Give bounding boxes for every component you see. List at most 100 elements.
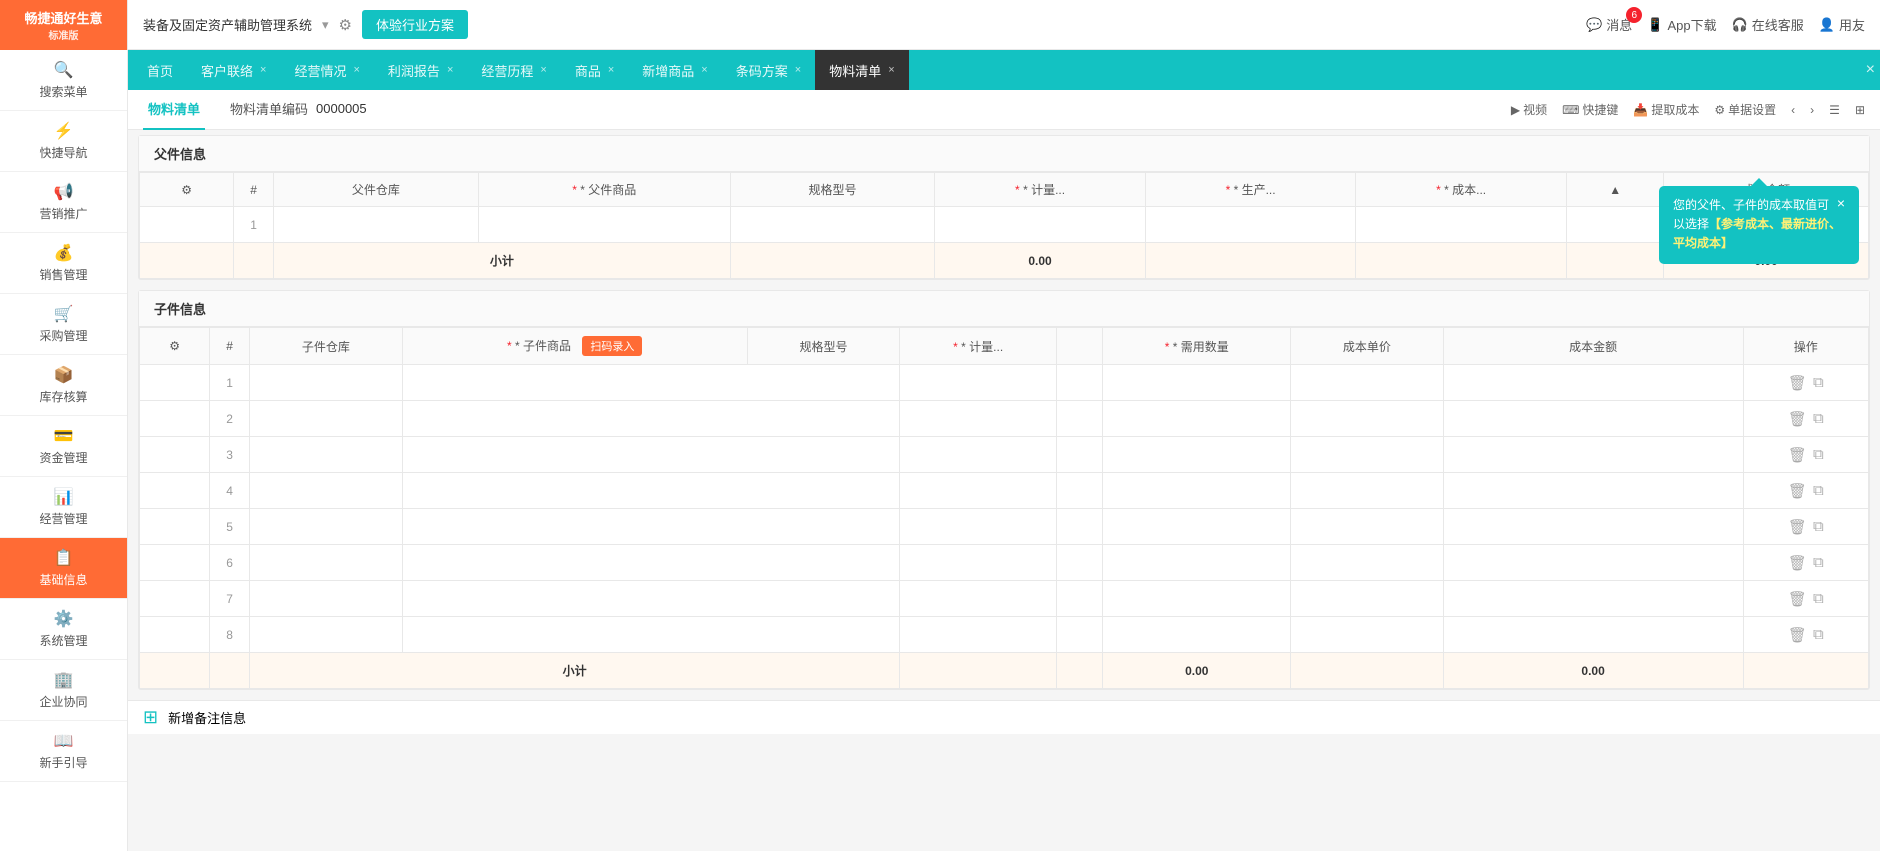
nav-tab-product[interactable]: 商品 × <box>561 50 628 90</box>
tooltip-close-button[interactable]: × <box>1837 196 1845 210</box>
child-row-quantity[interactable] <box>1103 581 1291 617</box>
extract-cost-button[interactable]: 📥 提取成本 <box>1633 101 1699 118</box>
child-row-product[interactable] <box>402 401 900 437</box>
trial-button[interactable]: 体验行业方案 <box>362 10 468 39</box>
sidebar-item-ops[interactable]: 📊 经营管理 <box>0 477 127 538</box>
nav-tab-history[interactable]: 经营历程 × <box>467 50 560 90</box>
close-tab-operation[interactable]: × <box>353 64 359 76</box>
sidebar-item-inventory[interactable]: 📦 库存核算 <box>0 355 127 416</box>
parent-row-product[interactable] <box>478 207 730 243</box>
add-note-label[interactable]: 新增备注信息 <box>168 708 246 727</box>
delete-icon[interactable]: 🗑 <box>1788 518 1807 536</box>
delete-icon[interactable]: 🗑 <box>1788 374 1807 392</box>
copy-icon[interactable]: ⧉ <box>1813 482 1824 499</box>
child-row-quantity[interactable] <box>1103 473 1291 509</box>
nav-tab-bom[interactable]: 物料清单 × <box>815 50 908 90</box>
sub-tab-bom-detail[interactable]: 物料清单编码 0000005 <box>225 90 372 130</box>
nav-tab-home[interactable]: 首页 <box>133 50 187 90</box>
child-row-quantity[interactable] <box>1103 401 1291 437</box>
child-row-quantity[interactable] <box>1103 545 1291 581</box>
sidebar-item-quick-nav[interactable]: ⚡ 快捷导航 <box>0 111 127 172</box>
child-row-product[interactable] <box>402 617 900 653</box>
child-row-product[interactable] <box>402 581 900 617</box>
online-service-button[interactable]: 🎧 在线客服 <box>1732 15 1804 34</box>
delete-icon[interactable]: 🗑 <box>1788 590 1807 608</box>
nav-tab-operation[interactable]: 经营情况 × <box>280 50 373 90</box>
child-row-warehouse[interactable] <box>250 617 402 653</box>
child-row-product[interactable] <box>402 365 900 401</box>
settings-button[interactable]: ⚙ <box>339 16 352 34</box>
child-row-warehouse[interactable] <box>250 401 402 437</box>
child-row-quantity[interactable] <box>1103 617 1291 653</box>
parent-row-unit[interactable] <box>935 207 1146 243</box>
nav-tab-profit[interactable]: 利润报告 × <box>374 50 467 90</box>
child-row-spec[interactable] <box>900 401 1057 437</box>
grid-view-button[interactable]: ⊞ <box>1855 103 1865 117</box>
child-row-spec[interactable] <box>900 617 1057 653</box>
sidebar-item-purchase[interactable]: 🛒 采购管理 <box>0 294 127 355</box>
child-col-settings[interactable]: ⚙ <box>140 328 210 365</box>
video-button[interactable]: ▶ 视频 <box>1511 101 1547 118</box>
sidebar-item-marketing[interactable]: 📢 营销推广 <box>0 172 127 233</box>
nav-tab-barcode[interactable]: 条码方案 × <box>722 50 815 90</box>
child-row-unit[interactable] <box>1057 401 1103 437</box>
sidebar-item-guide[interactable]: 📖 新手引导 <box>0 721 127 782</box>
child-row-unit[interactable] <box>1057 617 1103 653</box>
sidebar-item-sales[interactable]: 💰 销售管理 <box>0 233 127 294</box>
close-tab-profit[interactable]: × <box>447 64 453 76</box>
copy-icon[interactable]: ⧉ <box>1813 590 1824 607</box>
child-row-warehouse[interactable] <box>250 473 402 509</box>
child-row-spec[interactable] <box>900 437 1057 473</box>
delete-icon[interactable]: 🗑 <box>1788 554 1807 572</box>
sidebar-item-search[interactable]: 🔍 搜索菜单 <box>0 50 127 111</box>
child-row-warehouse[interactable] <box>250 581 402 617</box>
child-row-product[interactable] <box>402 509 900 545</box>
parent-row-production[interactable] <box>1145 207 1356 243</box>
delete-icon[interactable]: 🗑 <box>1788 446 1807 464</box>
close-tab-history[interactable]: × <box>540 64 546 76</box>
next-button[interactable]: › <box>1810 103 1814 117</box>
child-row-spec[interactable] <box>900 581 1057 617</box>
close-tab-barcode[interactable]: × <box>795 64 801 76</box>
child-row-spec[interactable] <box>900 545 1057 581</box>
child-row-warehouse[interactable] <box>250 437 402 473</box>
child-row-product[interactable] <box>402 545 900 581</box>
child-row-unit[interactable] <box>1057 437 1103 473</box>
child-row-quantity[interactable] <box>1103 365 1291 401</box>
prev-button[interactable]: ‹ <box>1791 103 1795 117</box>
user-button[interactable]: 👤 用友 <box>1819 15 1865 34</box>
parent-row-cost[interactable] <box>1356 207 1567 243</box>
child-row-warehouse[interactable] <box>250 365 402 401</box>
parent-row-warehouse[interactable] <box>274 207 479 243</box>
app-download-button[interactable]: 📱 App下载 <box>1647 15 1716 34</box>
sidebar-item-enterprise[interactable]: 🏢 企业协同 <box>0 660 127 721</box>
close-tab-customer[interactable]: × <box>260 64 266 76</box>
child-row-unit[interactable] <box>1057 581 1103 617</box>
scan-input-button[interactable]: 扫码录入 <box>582 336 642 356</box>
dropdown-icon[interactable]: ▾ <box>322 17 329 33</box>
sidebar-item-base-info[interactable]: 📋 基础信息 <box>0 538 127 599</box>
add-note-icon[interactable]: ⊞ <box>143 707 158 728</box>
child-row-spec[interactable] <box>900 365 1057 401</box>
shortcut-button[interactable]: ⌨ 快捷键 <box>1562 101 1618 118</box>
list-view-button[interactable]: ☰ <box>1829 103 1840 117</box>
child-row-quantity[interactable] <box>1103 437 1291 473</box>
delete-icon[interactable]: 🗑 <box>1788 410 1807 428</box>
copy-icon[interactable]: ⧉ <box>1813 374 1824 391</box>
child-row-warehouse[interactable] <box>250 509 402 545</box>
child-row-unit[interactable] <box>1057 473 1103 509</box>
delete-icon[interactable]: 🗑 <box>1788 626 1807 644</box>
copy-icon[interactable]: ⧉ <box>1813 446 1824 463</box>
nav-tab-new-product[interactable]: 新增商品 × <box>628 50 721 90</box>
copy-icon[interactable]: ⧉ <box>1813 626 1824 643</box>
child-row-quantity[interactable] <box>1103 509 1291 545</box>
child-row-spec[interactable] <box>900 473 1057 509</box>
copy-icon[interactable]: ⧉ <box>1813 410 1824 427</box>
message-button[interactable]: 💬 6 消息 <box>1586 15 1632 34</box>
child-row-product[interactable] <box>402 473 900 509</box>
child-row-product[interactable] <box>402 437 900 473</box>
close-all-button[interactable]: × <box>1866 61 1875 79</box>
close-tab-product[interactable]: × <box>608 64 614 76</box>
close-tab-new-product[interactable]: × <box>701 64 707 76</box>
child-row-warehouse[interactable] <box>250 545 402 581</box>
